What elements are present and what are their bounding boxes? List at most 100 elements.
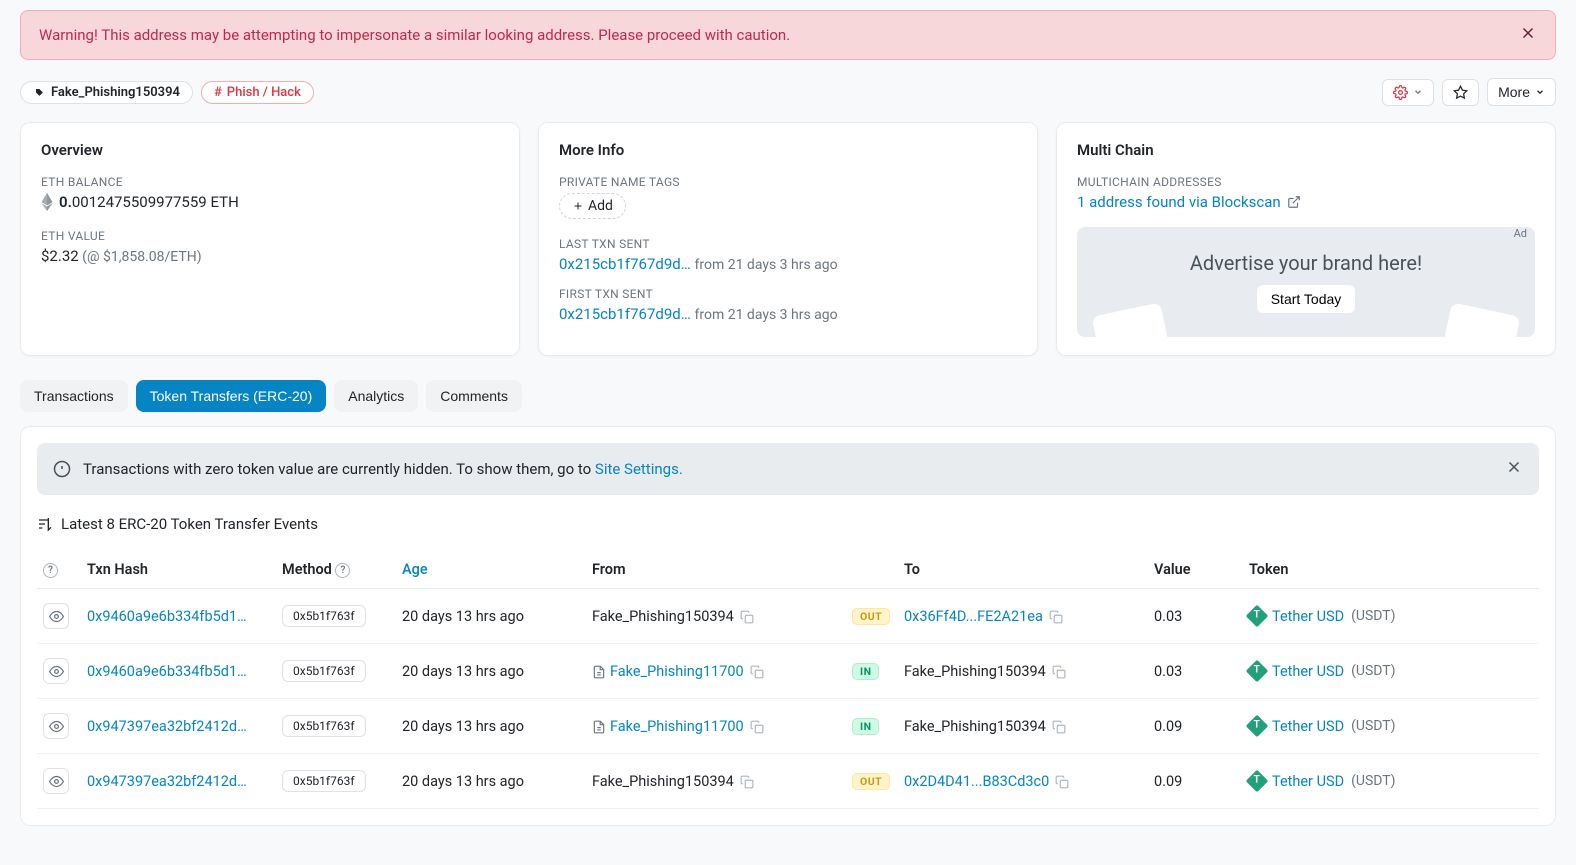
tab-transactions[interactable]: Transactions xyxy=(20,380,128,412)
method-pill[interactable]: 0x5b1f763f xyxy=(282,770,366,792)
th-hash: Txn Hash xyxy=(81,551,276,589)
view-button[interactable] xyxy=(43,768,69,794)
direction-tag: IN xyxy=(852,718,879,735)
view-button[interactable] xyxy=(43,658,69,684)
alert-close-button[interactable] xyxy=(1519,23,1537,47)
age-cell: 20 days 13 hrs ago xyxy=(396,589,586,644)
to-text: Fake_Phishing150394 xyxy=(904,718,1046,735)
token-symbol: (USDT) xyxy=(1351,608,1395,624)
direction-tag: IN xyxy=(852,663,879,680)
txn-hash-link[interactable]: 0x947397ea32bf2412d… xyxy=(87,773,247,790)
method-pill[interactable]: 0x5b1f763f xyxy=(282,715,366,737)
txn-hash-link[interactable]: 0x9460a9e6b334fb5d1… xyxy=(87,663,247,680)
notice-banner: Transactions with zero token value are c… xyxy=(37,443,1539,495)
gear-icon xyxy=(1393,85,1408,100)
view-button[interactable] xyxy=(43,603,69,629)
token-icon xyxy=(1246,660,1269,683)
tag-icon xyxy=(33,86,46,99)
help-icon[interactable]: ? xyxy=(43,563,58,578)
ad-decoration xyxy=(1092,302,1173,337)
multichain-card: Multi Chain MULTICHAIN ADDRESSES 1 addre… xyxy=(1056,122,1556,356)
ad-button[interactable]: Start Today xyxy=(1257,285,1356,313)
value-cell: 0.03 xyxy=(1148,589,1243,644)
from-link[interactable]: Fake_Phishing11700 xyxy=(610,718,744,735)
multichain-label: MULTICHAIN ADDRESSES xyxy=(1077,175,1535,189)
alert-text: Warning! This address may be attempting … xyxy=(39,26,790,44)
method-pill[interactable]: 0x5b1f763f xyxy=(282,660,366,682)
multichain-title: Multi Chain xyxy=(1077,141,1535,159)
tab-token-transfers[interactable]: Token Transfers (ERC-20) xyxy=(136,380,327,412)
last-txn: 0x215cb1f767d9d… from 21 days 3 hrs ago xyxy=(559,255,1017,273)
table-row: 0x947397ea32bf2412d…0x5b1f763f20 days 13… xyxy=(37,699,1539,754)
txn-hash-link[interactable]: 0x947397ea32bf2412d… xyxy=(87,718,247,735)
token-transfers-panel: Transactions with zero token value are c… xyxy=(20,426,1556,826)
ethereum-icon xyxy=(41,193,53,211)
token-symbol: (USDT) xyxy=(1351,663,1395,679)
copy-icon[interactable] xyxy=(1049,610,1063,624)
first-txn-link[interactable]: 0x215cb1f767d9d… xyxy=(559,305,691,323)
chevron-down-icon xyxy=(1535,87,1545,97)
value-cell: 0.09 xyxy=(1148,699,1243,754)
copy-icon[interactable] xyxy=(1052,720,1066,734)
value-cell: 0.09 xyxy=(1148,754,1243,809)
to-link[interactable]: 0x36Ff4D...FE2A21ea xyxy=(904,608,1043,625)
help-icon[interactable]: ? xyxy=(335,563,350,578)
hash-icon: # xyxy=(214,85,222,100)
more-info-title: More Info xyxy=(559,141,1017,159)
phish-tag[interactable]: # Phish / Hack xyxy=(201,81,314,104)
to-link[interactable]: 0x2D4D41...B83Cd3c0 xyxy=(904,773,1049,790)
txn-hash-link[interactable]: 0x9460a9e6b334fb5d1… xyxy=(87,608,247,625)
view-button[interactable] xyxy=(43,713,69,739)
token-symbol: (USDT) xyxy=(1351,773,1395,789)
value-label: ETH VALUE xyxy=(41,229,499,243)
eth-value: $2.32 (@ $1,858.08/ETH) xyxy=(41,247,499,265)
copy-icon[interactable] xyxy=(740,610,754,624)
copy-icon[interactable] xyxy=(750,720,764,734)
value-cell: 0.03 xyxy=(1148,644,1243,699)
token-icon xyxy=(1246,770,1269,793)
sort-icon[interactable] xyxy=(37,516,53,532)
star-icon xyxy=(1453,85,1468,100)
copy-icon[interactable] xyxy=(1052,665,1066,679)
method-pill[interactable]: 0x5b1f763f xyxy=(282,605,366,627)
ad-box[interactable]: Ad Advertise your brand here! Start Toda… xyxy=(1077,227,1535,337)
table-row: 0x9460a9e6b334fb5d1… 0x5b1f763f 20 days 13… xyxy=(37,589,1539,644)
notice-text: Transactions with zero token value are c… xyxy=(83,460,683,478)
add-tag-button[interactable]: Add xyxy=(559,193,626,219)
name-tag[interactable]: Fake_Phishing150394 xyxy=(20,81,193,104)
tab-analytics[interactable]: Analytics xyxy=(334,380,418,412)
settings-button[interactable] xyxy=(1382,79,1434,106)
age-cell: 20 days 13 hrs ago xyxy=(396,644,586,699)
from-link[interactable]: Fake_Phishing11700 xyxy=(610,663,744,680)
token-link[interactable]: Tether USD xyxy=(1272,663,1344,680)
star-button[interactable] xyxy=(1442,79,1479,106)
balance-label: ETH BALANCE xyxy=(41,175,499,189)
contract-icon xyxy=(592,720,606,734)
table-row: 0x947397ea32bf2412d…0x5b1f763f20 days 13… xyxy=(37,754,1539,809)
token-icon xyxy=(1246,605,1269,628)
token-link[interactable]: Tether USD xyxy=(1272,773,1344,790)
token-icon xyxy=(1246,715,1269,738)
list-header: Latest 8 ERC-20 Token Transfer Events xyxy=(37,515,1539,533)
copy-icon[interactable] xyxy=(740,775,754,789)
first-txn: 0x215cb1f767d9d… from 21 days 3 hrs ago xyxy=(559,305,1017,323)
more-button[interactable]: More xyxy=(1487,78,1556,106)
site-settings-link[interactable]: Site Settings. xyxy=(595,460,683,478)
th-age[interactable]: Age xyxy=(396,551,586,589)
copy-icon[interactable] xyxy=(750,665,764,679)
first-txn-label: FIRST TXN SENT xyxy=(559,287,1017,301)
tab-comments[interactable]: Comments xyxy=(426,380,522,412)
notice-close-button[interactable] xyxy=(1505,457,1523,481)
warning-alert: Warning! This address may be attempting … xyxy=(20,10,1556,60)
last-txn-link[interactable]: 0x215cb1f767d9d… xyxy=(559,255,691,273)
tabs-nav: Transactions Token Transfers (ERC-20) An… xyxy=(20,380,1556,412)
th-method: Method ? xyxy=(276,551,396,589)
token-link[interactable]: Tether USD xyxy=(1272,718,1344,735)
multichain-link[interactable]: 1 address found via Blockscan xyxy=(1077,193,1301,211)
token-link[interactable]: Tether USD xyxy=(1272,608,1344,625)
th-value: Value xyxy=(1148,551,1243,589)
copy-icon[interactable] xyxy=(1055,775,1069,789)
eth-balance: 0.0012475509977559 ETH xyxy=(41,193,499,211)
ad-title: Advertise your brand here! xyxy=(1190,251,1422,275)
overview-title: Overview xyxy=(41,141,499,159)
